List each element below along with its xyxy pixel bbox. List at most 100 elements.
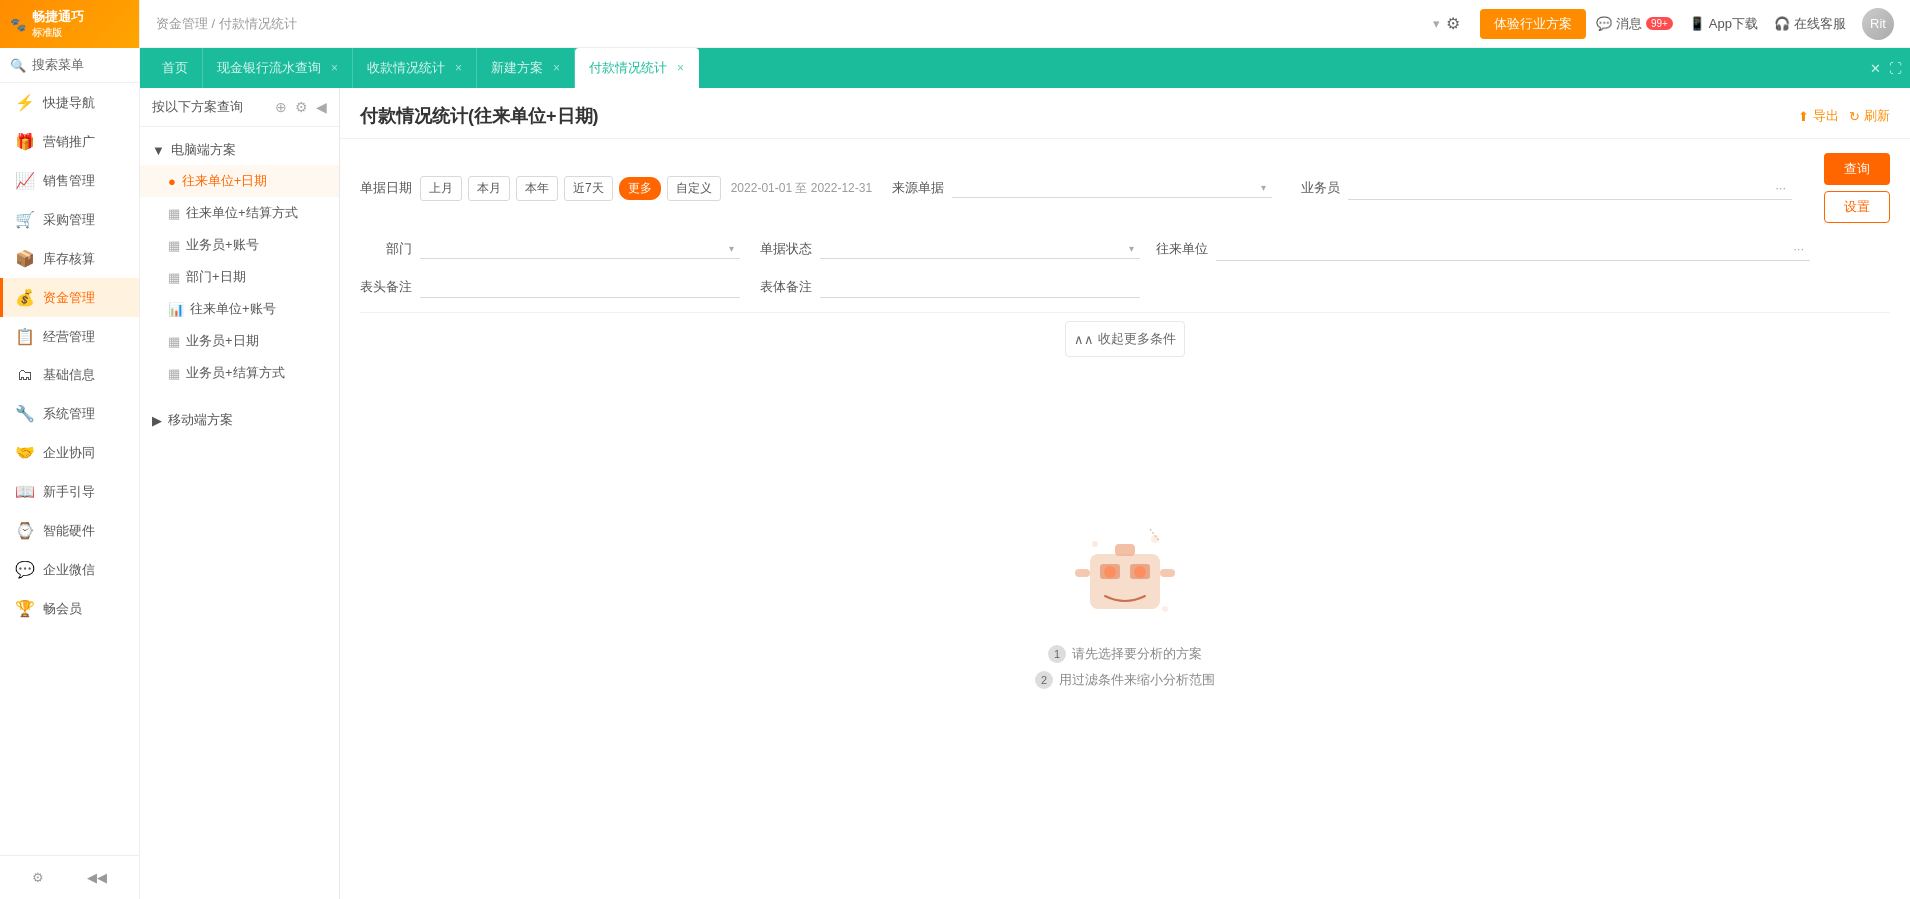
- sidebar-item-wechat[interactable]: 💬 企业微信: [0, 550, 139, 589]
- collapse-label: 收起更多条件: [1098, 330, 1176, 348]
- scheme-active-icon: ●: [168, 174, 176, 189]
- sidebar-item-hardware[interactable]: ⌚ 智能硬件: [0, 511, 139, 550]
- source-select[interactable]: ▾: [952, 178, 1272, 198]
- tab-payment[interactable]: 付款情况统计 ×: [575, 48, 699, 88]
- app-download-btn[interactable]: 📱 App下载: [1689, 15, 1758, 33]
- tab-fullscreen-icon[interactable]: ⛶: [1889, 61, 1902, 76]
- svg-point-4: [1134, 566, 1146, 578]
- message-icon: 💬: [1596, 16, 1612, 31]
- header-note-input[interactable]: [420, 275, 740, 298]
- svg-rect-5: [1115, 544, 1135, 556]
- unit-dots: ···: [1793, 241, 1804, 256]
- scheme-dept-date[interactable]: ▦ 部门+日期: [140, 261, 339, 293]
- mobile-section-title[interactable]: ▶ 移动端方案: [140, 405, 339, 435]
- tab-income-label: 收款情况统计: [367, 59, 445, 77]
- body-note-label: 表体备注: [760, 278, 820, 296]
- hint-num-1: 1: [1048, 645, 1066, 663]
- voucher-status-select[interactable]: ▾: [820, 239, 1140, 259]
- tab-new[interactable]: 新建方案 ×: [477, 48, 575, 88]
- scheme-unit-settle[interactable]: ▦ 往来单位+结算方式: [140, 197, 339, 229]
- tab-controls: ✕ ⛶: [1870, 61, 1902, 76]
- search-menu[interactable]: 🔍 搜索菜单: [0, 48, 139, 83]
- date-btn-more[interactable]: 更多: [619, 177, 661, 200]
- date-btn-7days[interactable]: 近7天: [564, 176, 613, 201]
- tab-payment-close[interactable]: ×: [677, 61, 684, 75]
- scheme-unit-date[interactable]: ● 往来单位+日期: [140, 165, 339, 197]
- sidebar-item-inventory[interactable]: 📦 库存核算: [0, 239, 139, 278]
- export-btn[interactable]: ⬆ 导出: [1798, 107, 1839, 125]
- sidebar-item-basic[interactable]: 🗂 基础信息: [0, 356, 139, 394]
- date-range-group: 上月 本月 本年 近7天 更多 自定义 2022-01-01 至 2022-12…: [420, 176, 872, 201]
- staff-input[interactable]: ···: [1348, 176, 1792, 200]
- sidebar-item-finance[interactable]: 💰 资金管理: [0, 278, 139, 317]
- collapse-panel-icon[interactable]: ◀: [316, 99, 327, 115]
- header-gear-icon[interactable]: ⚙: [1446, 14, 1460, 33]
- scheme-grid-icon4: ▦: [168, 334, 180, 349]
- online-service-label: 在线客服: [1794, 15, 1846, 33]
- tab-new-close[interactable]: ×: [553, 61, 560, 75]
- sidebar-item-sales[interactable]: 📈 销售管理: [0, 161, 139, 200]
- settings-scheme-icon[interactable]: ⚙: [295, 99, 308, 115]
- sidebar-collapse-btn[interactable]: ◀◀: [79, 866, 115, 889]
- purchase-icon: 🛒: [15, 210, 35, 229]
- sidebar-item-shortcut[interactable]: ⚡ 快捷导航: [0, 83, 139, 122]
- sidebar-item-purchase[interactable]: 🛒 采购管理: [0, 200, 139, 239]
- panel-header-icons: ⊕ ⚙ ◀: [275, 99, 327, 115]
- settings-button[interactable]: 设置: [1824, 191, 1890, 223]
- breadcrumb-text: 资金管理 / 付款情况统计: [156, 15, 297, 33]
- scheme-label: 业务员+账号: [186, 236, 259, 254]
- tab-bank-close[interactable]: ×: [331, 61, 338, 75]
- notifications-btn[interactable]: 💬 消息 99+: [1596, 15, 1673, 33]
- sidebar-item-marketing[interactable]: 🎁 营销推广: [0, 122, 139, 161]
- breadcrumb-dropdown[interactable]: ▾: [1433, 16, 1440, 31]
- nav-label: 经营管理: [43, 328, 95, 346]
- sidebar-item-system[interactable]: 🔧 系统管理: [0, 394, 139, 433]
- sidebar-item-guide[interactable]: 📖 新手引导: [0, 472, 139, 511]
- date-btn-lastmonth[interactable]: 上月: [420, 176, 462, 201]
- body-note-input[interactable]: [820, 275, 1140, 298]
- svg-rect-7: [1160, 569, 1175, 577]
- tab-bank[interactable]: 现金银行流水查询 ×: [203, 48, 353, 88]
- tab-home[interactable]: 首页: [148, 48, 203, 88]
- tab-income[interactable]: 收款情况统计 ×: [353, 48, 477, 88]
- unit-input[interactable]: ···: [1216, 237, 1810, 261]
- search-label: 搜索菜单: [32, 56, 84, 74]
- inventory-icon: 📦: [15, 249, 35, 268]
- trial-button[interactable]: 体验行业方案: [1480, 9, 1586, 39]
- main-area: 资金管理 / 付款情况统计 ▾ ⚙ 体验行业方案 💬 消息 99+ 📱 App下…: [140, 0, 1910, 899]
- date-btn-thisyear[interactable]: 本年: [516, 176, 558, 201]
- scheme-grid-icon2: ▦: [168, 238, 180, 253]
- date-btn-thismonth[interactable]: 本月: [468, 176, 510, 201]
- scheme-unit-account[interactable]: 📊 往来单位+账号: [140, 293, 339, 325]
- scheme-staff-date[interactable]: ▦ 业务员+日期: [140, 325, 339, 357]
- finance-icon: 💰: [15, 288, 35, 307]
- scheme-staff-settle[interactable]: ▦ 业务员+结算方式: [140, 357, 339, 389]
- tab-close-all-icon[interactable]: ✕: [1870, 61, 1881, 76]
- date-btn-custom[interactable]: 自定义: [667, 176, 721, 201]
- dept-select[interactable]: ▾: [420, 239, 740, 259]
- sidebar-item-enterprise[interactable]: 🤝 企业协同: [0, 433, 139, 472]
- tab-income-close[interactable]: ×: [455, 61, 462, 75]
- sidebar-item-member[interactable]: 🏆 畅会员: [0, 589, 139, 628]
- nav-label: 企业协同: [43, 444, 95, 462]
- right-panel: 付款情况统计(往来单位+日期) ⬆ 导出 ↻ 刷新 单据日期: [340, 88, 1910, 899]
- scheme-staff-account[interactable]: ▦ 业务员+账号: [140, 229, 339, 261]
- user-avatar[interactable]: Rit: [1862, 8, 1894, 40]
- filter-row-1: 单据日期 上月 本月 本年 近7天 更多 自定义 2022-01-01 至 20…: [360, 153, 1890, 223]
- nav-label: 快捷导航: [43, 94, 95, 112]
- date-range-value: 2022-01-01 至 2022-12-31: [731, 180, 872, 197]
- empty-hint-2: 2 用过滤条件来缩小分析范围: [1035, 671, 1215, 689]
- desktop-section-title[interactable]: ▼ 电脑端方案: [140, 135, 339, 165]
- add-scheme-icon[interactable]: ⊕: [275, 99, 287, 115]
- system-icon: 🔧: [15, 404, 35, 423]
- scheme-label: 业务员+日期: [186, 332, 259, 350]
- refresh-btn[interactable]: ↻ 刷新: [1849, 107, 1890, 125]
- collapse-btn[interactable]: ∧∧ 收起更多条件: [1065, 321, 1185, 357]
- sidebar-settings-btn[interactable]: ⚙: [24, 866, 52, 889]
- sidebar-item-operations[interactable]: 📋 经营管理: [0, 317, 139, 356]
- tab-bar: 首页 现金银行流水查询 × 收款情况统计 × 新建方案 × 付款情况统计 × ✕…: [140, 48, 1910, 88]
- query-button[interactable]: 查询: [1824, 153, 1890, 185]
- online-service-btn[interactable]: 🎧 在线客服: [1774, 15, 1846, 33]
- user-name: Rit: [1870, 16, 1886, 31]
- breadcrumb: 资金管理 / 付款情况统计: [156, 15, 1423, 33]
